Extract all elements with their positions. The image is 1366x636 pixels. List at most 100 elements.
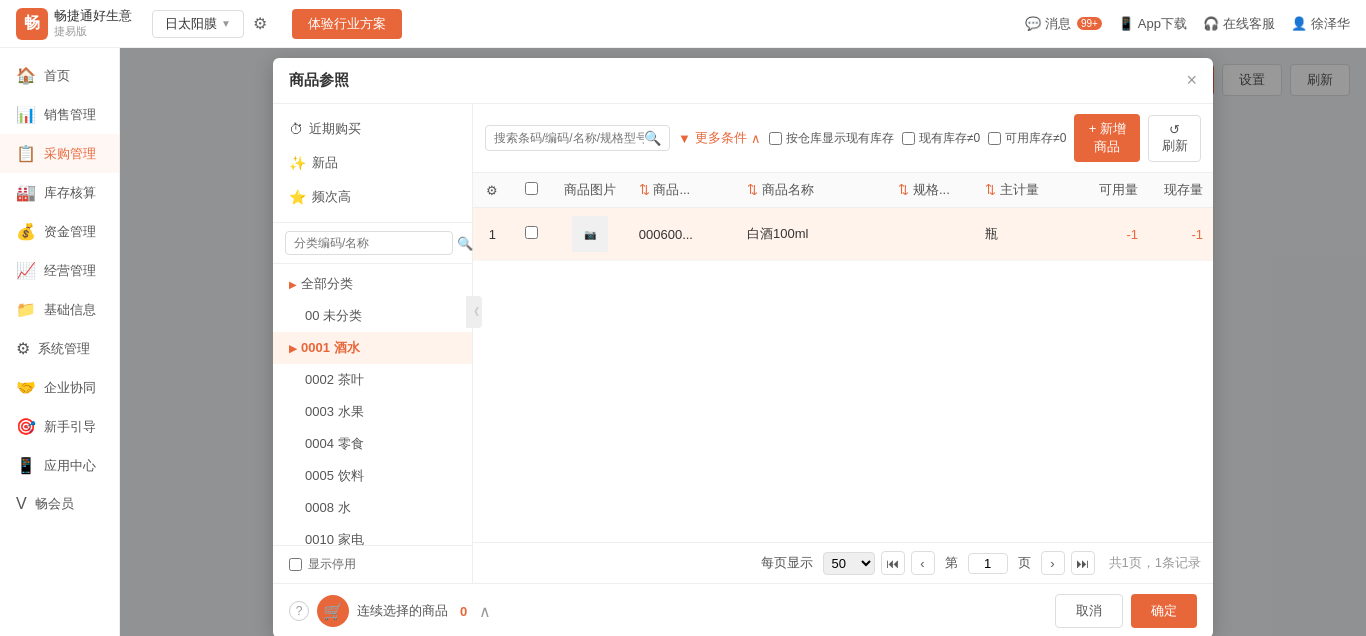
cancel-button[interactable]: 取消 (1055, 594, 1123, 628)
cell-stock: -1 (1148, 208, 1213, 261)
show-disabled-label: 显示停用 (308, 556, 356, 573)
help-icon[interactable]: ? (289, 601, 309, 621)
avatar-icon: 👤 (1291, 16, 1307, 31)
message-badge: 99+ (1077, 17, 1102, 30)
search-submit-icon[interactable]: 🔍 (644, 130, 661, 146)
category-search: 🔍 (273, 223, 472, 264)
category-item-0[interactable]: ▶全部分类 (273, 268, 472, 300)
sidebar-item-8[interactable]: 🤝企业协同 (0, 368, 119, 407)
prev-page-icon: ‹ (920, 556, 924, 571)
first-page-icon: ⏮ (886, 556, 899, 571)
last-page-btn[interactable]: ⏭ (1071, 551, 1095, 575)
settings-icon[interactable]: ⚙ (244, 8, 276, 40)
prev-page-btn[interactable]: ‹ (911, 551, 935, 575)
modal-body: ⏱近期购买✨新品⭐频次高 《 🔍 ▶全部分类00 未分类▶0001 酒水0002… (273, 104, 1213, 583)
sort-spec-icon[interactable]: ⇅ (898, 182, 909, 197)
more-filter-btn[interactable]: ▼ 更多条件 ∧ (678, 129, 761, 147)
show-disabled-checkbox[interactable] (289, 558, 302, 571)
warehouse-filter: 按仓库显示现有库存 (769, 130, 894, 147)
available-not-zero-filter: 可用库存≠0 (988, 130, 1066, 147)
category-item-3[interactable]: 0002 茶叶 (273, 364, 472, 396)
stock-not-zero-checkbox[interactable] (902, 132, 915, 145)
sidebar-item-6[interactable]: 📁基础信息 (0, 290, 119, 329)
category-item-5[interactable]: 0004 零食 (273, 428, 472, 460)
product-reference-modal: 商品参照 × ⏱近期购买✨新品⭐频次高 《 (273, 58, 1213, 636)
col-avail-header: 可用量 (1061, 173, 1148, 208)
cell-name: 白酒100ml (737, 208, 888, 261)
col-img-header: 商品图片 (551, 173, 629, 208)
page-info: 共1页，1条记录 (1109, 554, 1201, 572)
app-download-btn[interactable]: 📱 App下载 (1118, 15, 1187, 33)
modal-header: 商品参照 × (273, 58, 1213, 104)
cart-btn[interactable]: 🛒 (317, 595, 349, 627)
show-disabled: 显示停用 (273, 545, 472, 583)
cell-avail: -1 (1061, 208, 1148, 261)
table-row[interactable]: 1 📷 000600... 白酒100ml 瓶 -1 -1 (473, 208, 1213, 261)
category-item-7[interactable]: 0008 水 (273, 492, 472, 524)
left-tab-0[interactable]: ⏱近期购买 (273, 112, 472, 146)
cell-num: 1 (473, 208, 512, 261)
footer-collapse-icon[interactable]: ∧ (479, 602, 491, 621)
col-name-header: ⇅ 商品名称 (737, 173, 888, 208)
sidebar-item-10[interactable]: 📱应用中心 (0, 446, 119, 485)
add-product-button[interactable]: + 新增商品 (1074, 114, 1140, 162)
sidebar-item-1[interactable]: 📊销售管理 (0, 95, 119, 134)
close-icon[interactable]: × (1186, 70, 1197, 91)
by-warehouse-checkbox[interactable] (769, 132, 782, 145)
sidebar-item-11[interactable]: V畅会员 (0, 485, 119, 523)
content-area: 查询 设置 刷新 商品参照 × ⏱近期购买✨新品⭐频次高 (120, 48, 1366, 636)
cell-check (512, 208, 551, 261)
collapse-panel-btn[interactable]: 《 (466, 296, 482, 328)
cell-spec (888, 208, 975, 261)
main-layout: 🏠首页📊销售管理📋采购管理🏭库存核算💰资金管理📈经营管理📁基础信息⚙系统管理🤝企… (0, 48, 1366, 636)
category-item-8[interactable]: 0010 家电 (273, 524, 472, 545)
search-input-wrap: 🔍 (485, 125, 670, 151)
first-page-btn[interactable]: ⏮ (881, 551, 905, 575)
filter-arrow-icon: ∧ (751, 131, 761, 146)
sidebar-item-2[interactable]: 📋采购管理 (0, 134, 119, 173)
pagination: 每页显示 10 20 50 100 ⏮ ‹ (473, 542, 1213, 583)
left-tab-2[interactable]: ⭐频次高 (273, 180, 472, 214)
modal-overlay: 商品参照 × ⏱近期购买✨新品⭐频次高 《 (120, 48, 1366, 636)
sidebar-item-7[interactable]: ⚙系统管理 (0, 329, 119, 368)
confirm-button[interactable]: 确定 (1131, 594, 1197, 628)
settings-col-icon[interactable]: ⚙ (486, 183, 498, 198)
sidebar-item-3[interactable]: 🏭库存核算 (0, 173, 119, 212)
category-item-2[interactable]: ▶0001 酒水 (273, 332, 472, 364)
sidebar-item-4[interactable]: 💰资金管理 (0, 212, 119, 251)
last-page-icon: ⏭ (1076, 556, 1089, 571)
refresh-table-button[interactable]: ↺ 刷新 (1148, 115, 1201, 162)
user-avatar[interactable]: 👤 徐泽华 (1291, 15, 1350, 33)
page-size-select[interactable]: 10 20 50 100 (823, 552, 875, 575)
messages-btn[interactable]: 💬 消息 99+ (1025, 15, 1102, 33)
sidebar-item-5[interactable]: 📈经营管理 (0, 251, 119, 290)
search-icon[interactable]: 🔍 (457, 236, 473, 251)
page-number-input[interactable] (968, 553, 1008, 574)
sidebar-item-0[interactable]: 🏠首页 (0, 56, 119, 95)
product-table-container: ⚙ 商品图片 ⇅ 商品... (473, 173, 1213, 542)
col-unit-header: ⇅ 主计量 (975, 173, 1062, 208)
category-search-input[interactable] (285, 231, 453, 255)
logo-icon: 畅 (16, 8, 48, 40)
next-page-btn[interactable]: › (1041, 551, 1065, 575)
store-name: 日太阳膜 (165, 15, 217, 33)
sort-unit-icon[interactable]: ⇅ (985, 182, 996, 197)
left-tab-1[interactable]: ✨新品 (273, 146, 472, 180)
row-checkbox[interactable] (525, 226, 538, 239)
store-selector[interactable]: 日太阳膜 ▼ (152, 10, 244, 38)
cell-unit: 瓶 (975, 208, 1062, 261)
sort-code-icon[interactable]: ⇅ (639, 182, 650, 197)
col-stock-header: 现存量 (1148, 173, 1213, 208)
category-item-6[interactable]: 0005 饮料 (273, 460, 472, 492)
sidebar: 🏠首页📊销售管理📋采购管理🏭库存核算💰资金管理📈经营管理📁基础信息⚙系统管理🤝企… (0, 48, 120, 636)
customer-service-btn[interactable]: 🎧 在线客服 (1203, 15, 1275, 33)
available-not-zero-checkbox[interactable] (988, 132, 1001, 145)
cell-img: 📷 (551, 208, 629, 261)
sidebar-item-9[interactable]: 🎯新手引导 (0, 407, 119, 446)
trial-button[interactable]: 体验行业方案 (292, 9, 402, 39)
select-all-checkbox[interactable] (525, 182, 538, 195)
category-item-4[interactable]: 0003 水果 (273, 396, 472, 428)
sort-name-icon[interactable]: ⇅ (747, 182, 758, 197)
category-item-1[interactable]: 00 未分类 (273, 300, 472, 332)
search-input[interactable] (494, 131, 644, 145)
